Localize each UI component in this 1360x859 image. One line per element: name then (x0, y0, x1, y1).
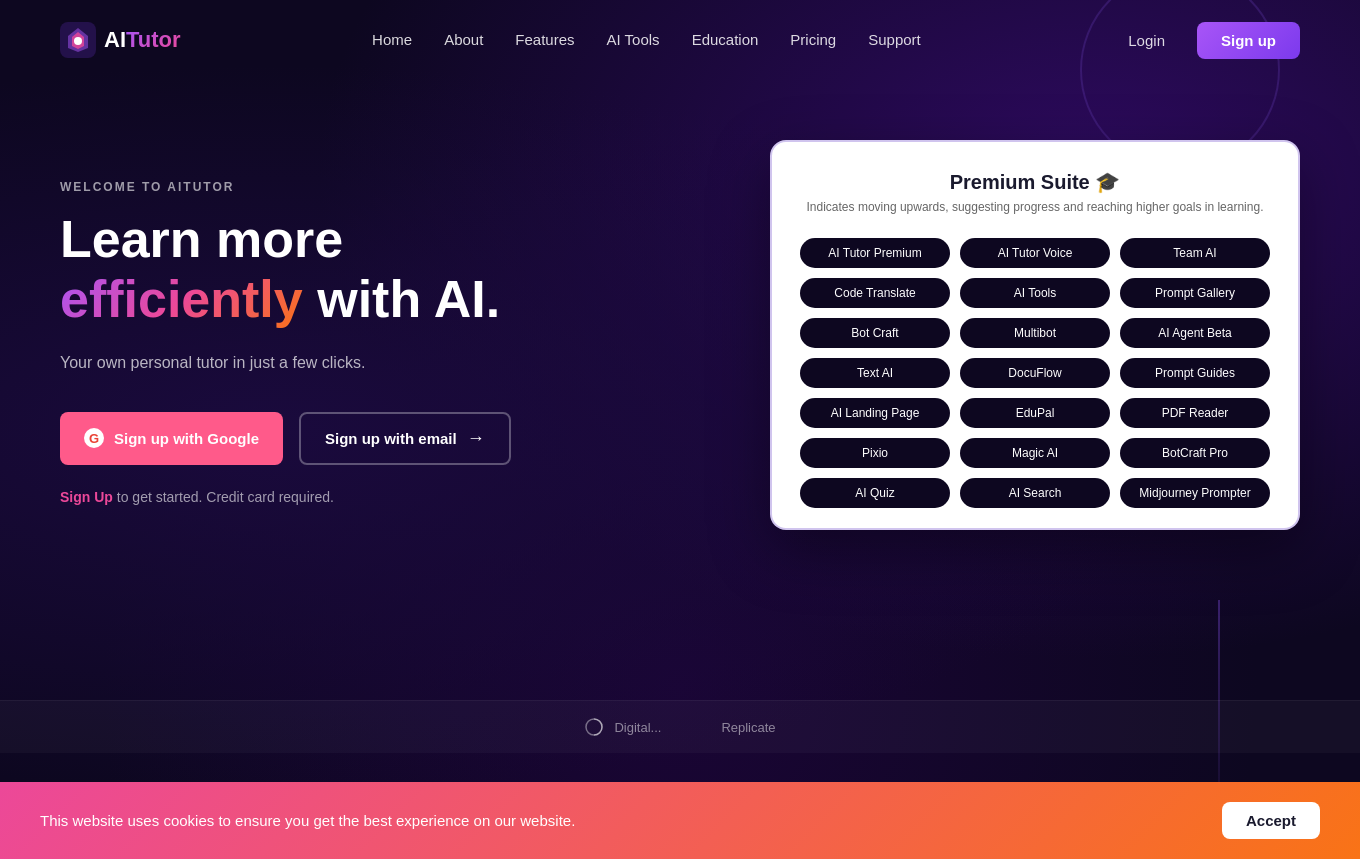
feature-multibot[interactable]: Multibot (960, 318, 1110, 348)
feature-pixio[interactable]: Pixio (800, 438, 950, 468)
logo-text: AITutor (104, 27, 181, 53)
nav-item-ai-tools[interactable]: AI Tools (607, 31, 660, 48)
footer-strip: Digital... Replicate (0, 700, 1360, 753)
footer-item-digital: Digital... (584, 717, 661, 737)
feature-ai-landing-page[interactable]: AI Landing Page (800, 398, 950, 428)
feature-edupal[interactable]: EduPal (960, 398, 1110, 428)
cookie-banner: This website uses cookies to ensure you … (0, 782, 1360, 859)
feature-ai-search[interactable]: AI Search (960, 478, 1110, 508)
hero-buttons: G Sign up with Google Sign up with email… (60, 412, 560, 465)
feature-magic-ai[interactable]: Magic AI (960, 438, 1110, 468)
hero-section: WELCOME TO AITUTOR Learn more efficientl… (0, 80, 1360, 700)
digital-icon (584, 717, 604, 737)
feature-team-ai[interactable]: Team AI (1120, 238, 1270, 268)
arrow-right-icon: → (467, 428, 485, 449)
nav-item-support[interactable]: Support (868, 31, 921, 48)
nav-signup-button[interactable]: Sign up (1197, 22, 1300, 59)
premium-title: Premium Suite 🎓 (800, 170, 1270, 194)
feature-pdf-reader[interactable]: PDF Reader (1120, 398, 1270, 428)
logo[interactable]: AITutor (60, 22, 181, 58)
signup-google-button[interactable]: G Sign up with Google (60, 412, 283, 465)
feature-botcraft-pro[interactable]: BotCraft Pro (1120, 438, 1270, 468)
nav-item-education[interactable]: Education (692, 31, 759, 48)
feature-ai-tutor-premium[interactable]: AI Tutor Premium (800, 238, 950, 268)
premium-subtitle: Indicates moving upwards, suggesting pro… (800, 200, 1270, 214)
feature-prompt-gallery[interactable]: Prompt Gallery (1120, 278, 1270, 308)
footer-replicate-label: Replicate (721, 720, 775, 735)
nav-item-about[interactable]: About (444, 31, 483, 48)
feature-ai-agent-beta[interactable]: AI Agent Beta (1120, 318, 1270, 348)
features-grid: AI Tutor Premium AI Tutor Voice Team AI … (800, 238, 1270, 508)
signup-email-label: Sign up with email (325, 430, 457, 447)
feature-ai-tutor-voice[interactable]: AI Tutor Voice (960, 238, 1110, 268)
footer-digital-label: Digital... (614, 720, 661, 735)
signup-google-label: Sign up with Google (114, 430, 259, 447)
login-button[interactable]: Login (1112, 24, 1181, 57)
navbar: AITutor Home About Features AI Tools Edu… (0, 0, 1360, 80)
hero-subtitle: Your own personal tutor in just a few cl… (60, 354, 560, 372)
cta-signup-link[interactable]: Sign Up (60, 489, 113, 505)
feature-prompt-guides[interactable]: Prompt Guides (1120, 358, 1270, 388)
feature-ai-quiz[interactable]: AI Quiz (800, 478, 950, 508)
feature-midjourney-prompter[interactable]: Midjourney Prompter (1120, 478, 1270, 508)
nav-item-home[interactable]: Home (372, 31, 412, 48)
cookie-accept-button[interactable]: Accept (1222, 802, 1320, 839)
feature-docuflow[interactable]: DocuFlow (960, 358, 1110, 388)
hero-title: Learn more efficiently with AI. (60, 210, 560, 330)
hero-right: Premium Suite 🎓 Indicates moving upwards… (600, 140, 1300, 530)
svg-point-1 (74, 37, 82, 45)
svg-text:G: G (89, 431, 99, 446)
welcome-label: WELCOME TO AITUTOR (60, 180, 560, 194)
footer-item-replicate: Replicate (721, 720, 775, 735)
cookie-message: This website uses cookies to ensure you … (40, 812, 1202, 829)
cta-note: Sign Up to get started. Credit card requ… (60, 489, 560, 505)
premium-suite-card: Premium Suite 🎓 Indicates moving upwards… (770, 140, 1300, 530)
nav-actions: Login Sign up (1112, 22, 1300, 59)
feature-ai-tools[interactable]: AI Tools (960, 278, 1110, 308)
nav-item-pricing[interactable]: Pricing (790, 31, 836, 48)
feature-code-translate[interactable]: Code Translate (800, 278, 950, 308)
signup-email-button[interactable]: Sign up with email → (299, 412, 511, 465)
hero-left: WELCOME TO AITUTOR Learn more efficientl… (60, 140, 560, 505)
feature-bot-craft[interactable]: Bot Craft (800, 318, 950, 348)
nav-item-features[interactable]: Features (515, 31, 574, 48)
nav-links: Home About Features AI Tools Education P… (372, 31, 921, 49)
feature-text-ai[interactable]: Text AI (800, 358, 950, 388)
